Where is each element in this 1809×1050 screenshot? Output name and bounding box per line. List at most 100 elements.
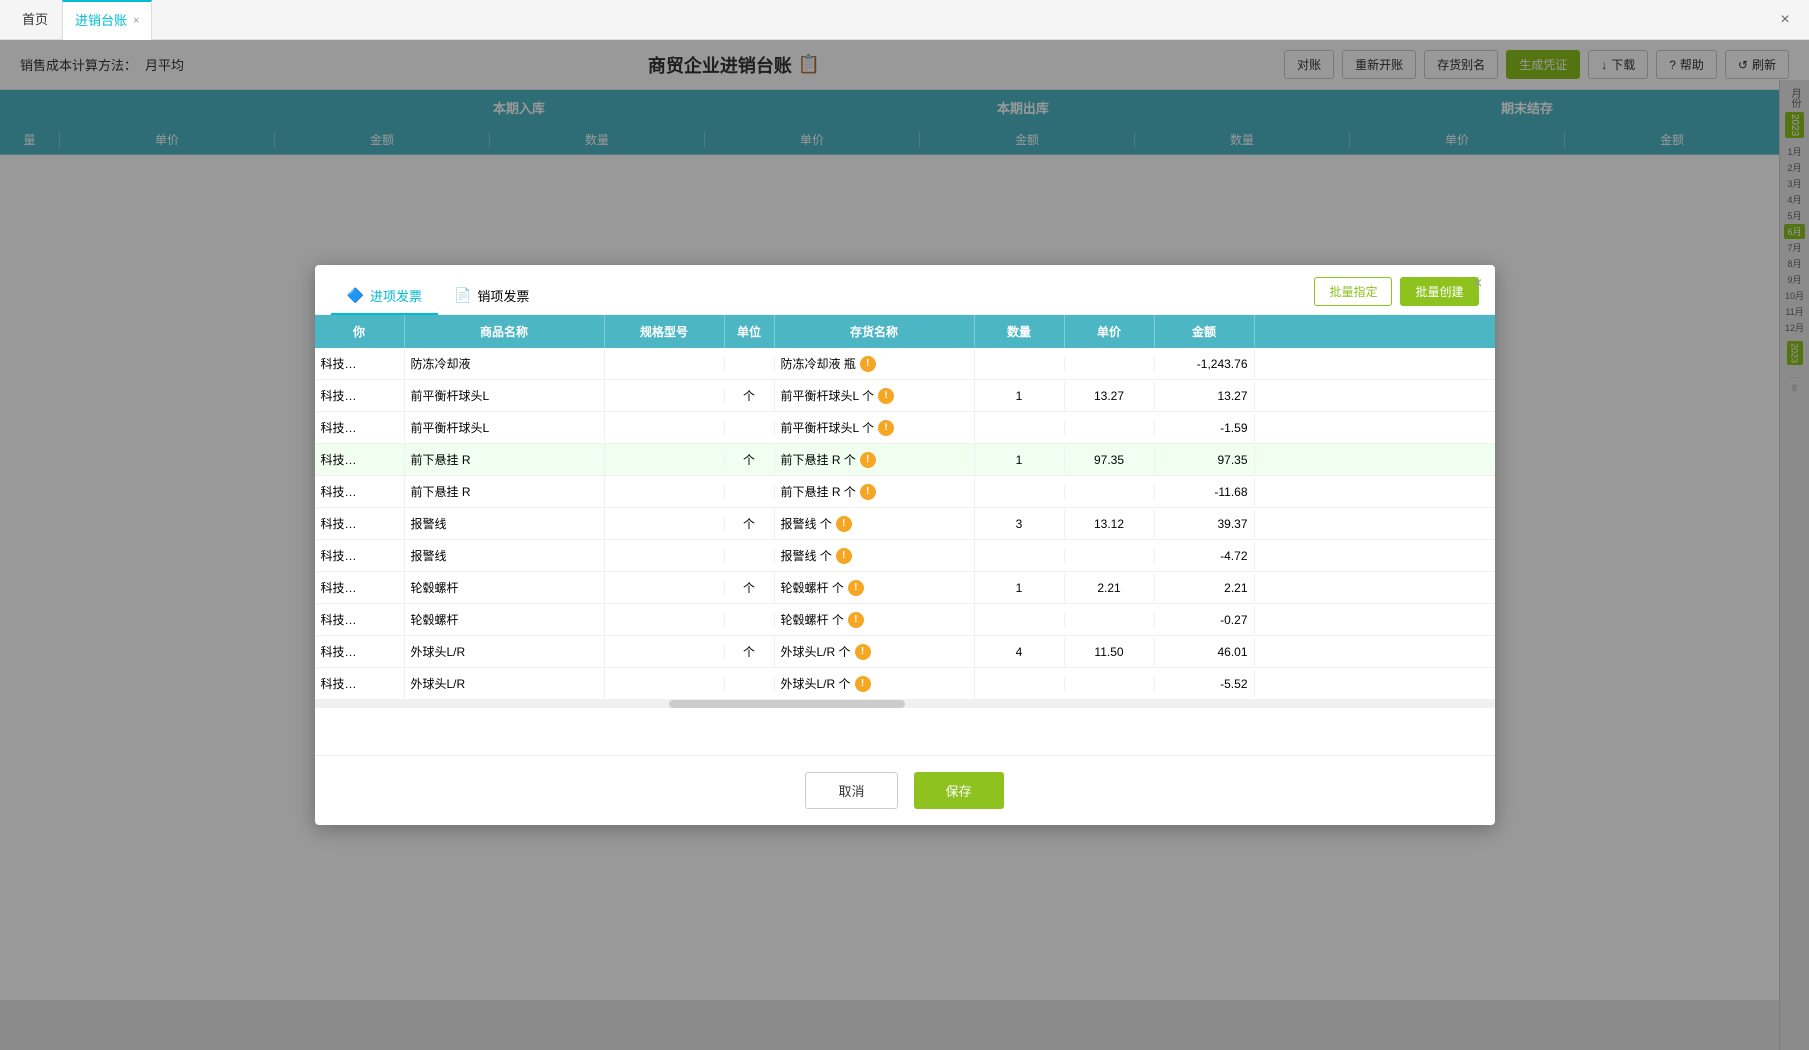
save-button[interactable]: 保存 <box>914 772 1004 809</box>
td-inventory: 前平衡杆球头L 个 ! <box>775 412 975 443</box>
td-amount: 2.21 <box>1155 574 1255 602</box>
td-inventory: 轮毂螺杆 个 ! <box>775 604 975 635</box>
th-col1: 你 <box>315 315 405 348</box>
warning-icon: ! <box>836 516 852 532</box>
table-row: 科技… 外球头L/R 个 外球头L/R 个 ! 4 11.50 46.01 <box>315 636 1495 668</box>
td-spec <box>605 421 725 435</box>
tab-active-label: 进销台账 <box>75 1 127 41</box>
td-inventory: 前下悬挂 R 个 ! <box>775 444 975 475</box>
th-col7: 单价 <box>1065 315 1155 348</box>
td-amount: 46.01 <box>1155 638 1255 666</box>
td-qty <box>975 357 1065 371</box>
table-row: 科技… 轮毂螺杆 轮毂螺杆 个 ! -0.27 <box>315 604 1495 636</box>
td-price <box>1065 613 1155 627</box>
td-inventory: 报警线 个 ! <box>775 508 975 539</box>
td-qty <box>975 485 1065 499</box>
th-col2: 商品名称 <box>405 315 605 348</box>
warning-icon: ! <box>848 580 864 596</box>
td-company: 科技… <box>315 604 405 635</box>
td-amount: -1.59 <box>1155 414 1255 442</box>
td-product: 前平衡杆球头L <box>405 412 605 443</box>
td-product: 前下悬挂 R <box>405 444 605 475</box>
td-company: 科技… <box>315 476 405 507</box>
td-unit <box>725 421 775 435</box>
td-unit: 个 <box>725 380 775 411</box>
tab-active[interactable]: 进销台账 × <box>62 0 152 40</box>
td-amount: -1,243.76 <box>1155 350 1255 378</box>
td-company: 科技… <box>315 572 405 603</box>
td-qty: 1 <box>975 446 1065 474</box>
td-unit: 个 <box>725 636 775 667</box>
warning-icon: ! <box>878 420 894 436</box>
scrollbar-thumb[interactable] <box>669 700 905 708</box>
td-product: 外球头L/R <box>405 636 605 667</box>
td-spec <box>605 677 725 691</box>
td-qty: 4 <box>975 638 1065 666</box>
warning-icon: ! <box>860 484 876 500</box>
modal-close-button[interactable]: × <box>1473 275 1482 293</box>
td-product: 防冻冷却液 <box>405 348 605 379</box>
td-inventory: 外球头L/R 个 ! <box>775 668 975 699</box>
warning-icon: ! <box>836 548 852 564</box>
main-area: 销售成本计算方法： 月平均 商贸企业进销台账 📋 对账 重新开账 存货别名 生成… <box>0 40 1809 1050</box>
th-col3: 规格型号 <box>605 315 725 348</box>
td-price <box>1065 357 1155 371</box>
horizontal-scrollbar[interactable] <box>315 700 1495 708</box>
td-price <box>1065 677 1155 691</box>
modal-overlay: 🔷 进项发票 📄 销项发票 批量指定 批量创建 × 你 商品名称 <box>0 40 1809 1050</box>
th-col4: 单位 <box>725 315 775 348</box>
warning-icon: ! <box>878 388 894 404</box>
td-price <box>1065 485 1155 499</box>
td-price: 97.35 <box>1065 446 1155 474</box>
td-spec <box>605 645 725 659</box>
table-row: 科技… 防冻冷却液 防冻冷却液 瓶 ! -1,243.76 <box>315 348 1495 380</box>
top-bar: 首页 进销台账 × × <box>0 0 1809 40</box>
td-qty <box>975 421 1065 435</box>
td-inventory: 防冻冷却液 瓶 ! <box>775 348 975 379</box>
td-qty <box>975 613 1065 627</box>
outgoing-invoice-label: 销项发票 <box>477 286 529 305</box>
table-row: 科技… 外球头L/R 外球头L/R 个 ! -5.52 <box>315 668 1495 700</box>
td-spec <box>605 549 725 563</box>
td-spec <box>605 453 725 467</box>
warning-icon: ! <box>855 644 871 660</box>
td-amount: -5.52 <box>1155 670 1255 698</box>
td-company: 科技… <box>315 636 405 667</box>
modal-dialog: 🔷 进项发票 📄 销项发票 批量指定 批量创建 × 你 商品名称 <box>315 265 1495 825</box>
td-qty <box>975 677 1065 691</box>
td-qty <box>975 549 1065 563</box>
outgoing-invoice-icon: 📄 <box>454 287 471 304</box>
warning-icon: ! <box>855 676 871 692</box>
td-company: 科技… <box>315 508 405 539</box>
warning-icon: ! <box>848 612 864 628</box>
tab-home[interactable]: 首页 <box>8 0 62 40</box>
batch-create-button[interactable]: 批量创建 <box>1400 277 1478 306</box>
tab-close-icon[interactable]: × <box>133 1 139 41</box>
td-company: 科技… <box>315 444 405 475</box>
table-row: 科技… 轮毂螺杆 个 轮毂螺杆 个 ! 1 2.21 2.21 <box>315 572 1495 604</box>
incoming-invoice-label: 进项发票 <box>370 286 422 305</box>
table-row: 科技… 前平衡杆球头L 个 前平衡杆球头L 个 ! 1 13.27 13.27 <box>315 380 1495 412</box>
td-spec <box>605 613 725 627</box>
td-spec <box>605 485 725 499</box>
td-company: 科技… <box>315 348 405 379</box>
td-unit: 个 <box>725 508 775 539</box>
td-company: 科技… <box>315 540 405 571</box>
tab-outgoing-invoice[interactable]: 📄 销项发票 <box>438 278 545 315</box>
td-company: 科技… <box>315 380 405 411</box>
td-inventory: 前下悬挂 R 个 ! <box>775 476 975 507</box>
td-qty: 1 <box>975 574 1065 602</box>
td-spec <box>605 581 725 595</box>
modal-table-body: 科技… 防冻冷却液 防冻冷却液 瓶 ! -1,243.76 <box>315 348 1495 700</box>
modal-table-header: 你 商品名称 规格型号 单位 存货名称 数量 单价 金额 <box>315 315 1495 348</box>
td-unit <box>725 549 775 563</box>
td-price: 13.27 <box>1065 382 1155 410</box>
tab-incoming-invoice[interactable]: 🔷 进项发票 <box>331 278 438 315</box>
td-qty: 1 <box>975 382 1065 410</box>
batch-assign-button[interactable]: 批量指定 <box>1314 277 1392 306</box>
cancel-button[interactable]: 取消 <box>805 772 897 809</box>
th-col5: 存货名称 <box>775 315 975 348</box>
td-inventory: 轮毂螺杆 个 ! <box>775 572 975 603</box>
td-product: 外球头L/R <box>405 668 605 699</box>
window-close-button[interactable]: × <box>1769 4 1801 36</box>
